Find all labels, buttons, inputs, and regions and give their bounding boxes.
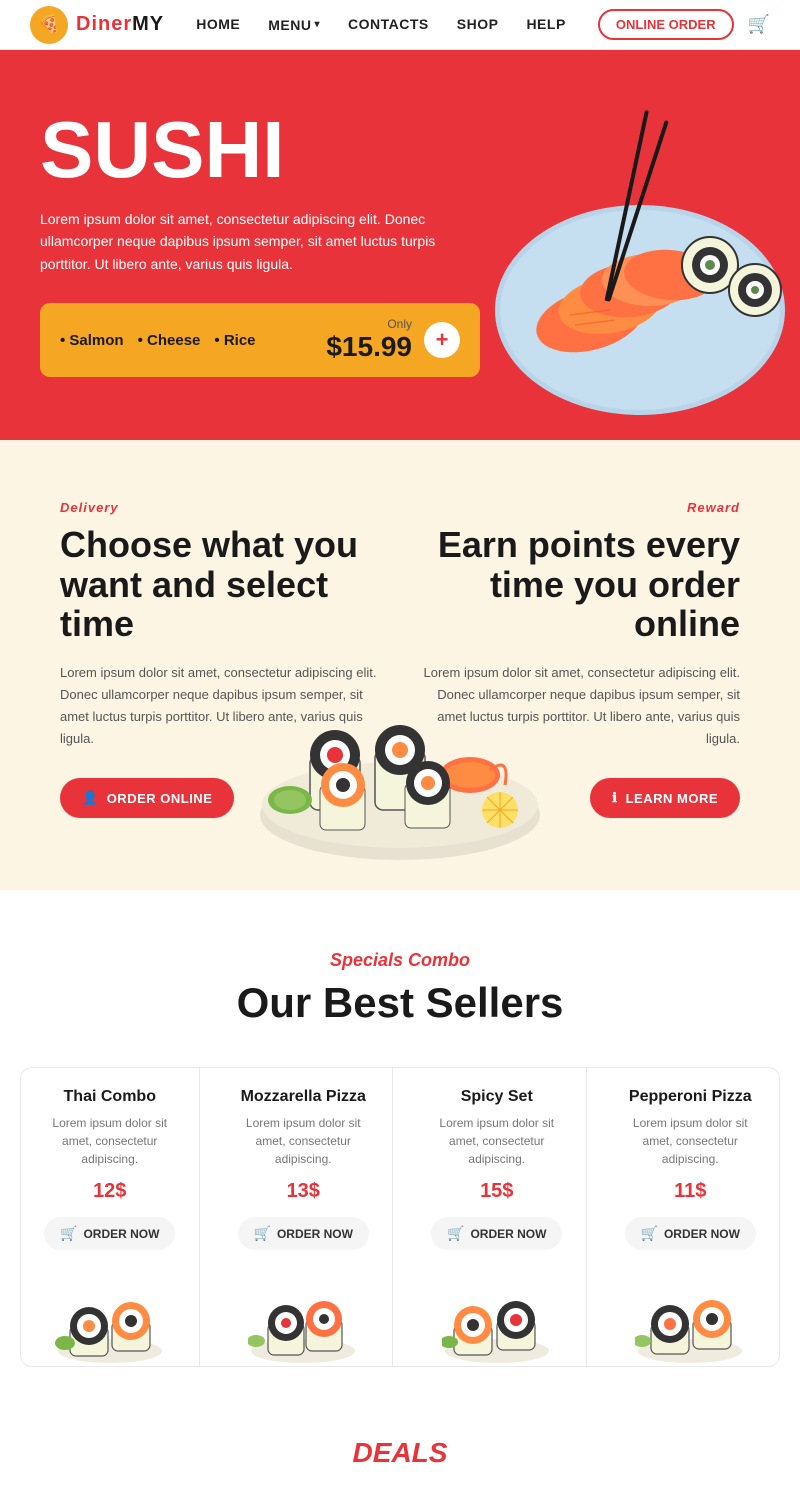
product-card-spicy-set: Spicy Set Lorem ipsum dolor sit amet, co… [408,1068,587,1366]
product-desc-0: Lorem ipsum dolor sit amet, consectetur … [36,1114,184,1168]
delivery-label: Delivery [60,500,380,515]
learn-more-icon: ℹ [612,790,617,806]
order-now-button-3[interactable]: 🛒 ORDER NOW [625,1217,756,1250]
hero-title: SUSHI [40,110,520,190]
order-online-button[interactable]: 👤 ORDER ONLINE [60,778,234,818]
ingredient-cheese: Cheese [138,332,201,349]
product-price-3: 11$ [674,1180,706,1203]
product-card-thai-combo: Thai Combo Lorem ipsum dolor sit amet, c… [21,1068,200,1366]
product-card-mozzarella-pizza: Mozzarella Pizza Lorem ipsum dolor sit a… [215,1068,394,1366]
product-image-3 [617,1266,765,1366]
brand-logo[interactable]: 🍕 DinerMY [30,6,164,44]
logo-icon: 🍕 [30,6,68,44]
order-now-label-1: ORDER NOW [277,1227,353,1241]
product-card-pepperoni-pizza: Pepperoni Pizza Lorem ipsum dolor sit am… [602,1068,780,1366]
product-name-1: Mozzarella Pizza [241,1088,366,1106]
ingredient-rice: Rice [214,332,255,349]
order-now-label-2: ORDER NOW [470,1227,546,1241]
order-online-label: ORDER ONLINE [107,791,213,806]
hero-product-items: Salmon Cheese Rice [60,332,256,349]
order-now-button-0[interactable]: 🛒 ORDER NOW [44,1217,175,1250]
cart-icon-3: 🛒 [641,1225,658,1242]
order-now-button-2[interactable]: 🛒 ORDER NOW [431,1217,562,1250]
ingredient-salmon: Salmon [60,332,124,349]
product-name-3: Pepperoni Pizza [629,1088,752,1106]
product-price-0: 12$ [93,1180,126,1203]
cart-icon-0: 🛒 [60,1225,77,1242]
nav-links: HOME MENU CONTACTS SHOP HELP [196,16,566,34]
price-label: Only [326,317,412,331]
product-name-2: Spicy Set [461,1088,533,1106]
center-sushi-image [250,650,550,870]
product-desc-3: Lorem ipsum dolor sit amet, consectetur … [617,1114,765,1168]
product-desc-2: Lorem ipsum dolor sit amet, consectetur … [423,1114,571,1168]
hero-description: Lorem ipsum dolor sit amet, consectetur … [40,208,480,275]
reward-title: Earn points every time you order online [420,525,740,644]
brand-name: DinerMY [76,13,164,36]
specials-label: Specials Combo [20,950,780,971]
hero-price-block: Only $15.99 + [326,317,460,363]
cart-icon[interactable]: 🛒 [748,14,770,35]
nav-home[interactable]: HOME [196,16,240,32]
product-desc-1: Lorem ipsum dolor sit amet, consectetur … [230,1114,378,1168]
reward-label: Reward [687,500,740,515]
order-now-label-0: ORDER NOW [83,1227,159,1241]
order-online-icon: 👤 [82,790,99,806]
product-image-1 [230,1266,378,1366]
product-price-1: 13$ [287,1180,320,1203]
specials-title: Our Best Sellers [20,979,780,1027]
nav-menu[interactable]: MENU [268,17,320,33]
hero-sushi-image [470,70,790,420]
product-image-2 [423,1266,571,1366]
hero-price: $15.99 [326,331,412,363]
nav-contacts[interactable]: CONTACTS [348,16,429,32]
deals-label: DEALS [20,1437,780,1469]
delivery-title: Choose what you want and select time [60,525,380,644]
navbar: 🍕 DinerMY HOME MENU CONTACTS SHOP HELP O… [0,0,800,50]
hero-product-card: Salmon Cheese Rice Only $15.99 + [40,303,480,377]
features-section: Delivery Choose what you want and select… [0,440,800,890]
online-order-button[interactable]: ONLINE ORDER [598,9,734,40]
learn-more-button[interactable]: ℹ LEARN MORE [590,778,740,818]
hero-content: SUSHI Lorem ipsum dolor sit amet, consec… [40,110,520,377]
nav-shop[interactable]: SHOP [457,16,499,32]
nav-help[interactable]: HELP [526,16,565,32]
specials-section: Specials Combo Our Best Sellers Thai Com… [0,890,800,1407]
order-now-button-1[interactable]: 🛒 ORDER NOW [238,1217,369,1250]
product-price-2: 15$ [480,1180,513,1203]
products-grid: Thai Combo Lorem ipsum dolor sit amet, c… [20,1067,780,1367]
cart-icon-1: 🛒 [254,1225,271,1242]
add-to-cart-button[interactable]: + [424,322,460,358]
order-now-label-3: ORDER NOW [664,1227,740,1241]
product-image-0 [36,1266,184,1366]
deals-section: DEALS [0,1407,800,1499]
learn-more-label: LEARN MORE [626,791,718,806]
hero-section: SUSHI Lorem ipsum dolor sit amet, consec… [0,50,800,440]
cart-icon-2: 🛒 [447,1225,464,1242]
product-name-0: Thai Combo [64,1088,156,1106]
